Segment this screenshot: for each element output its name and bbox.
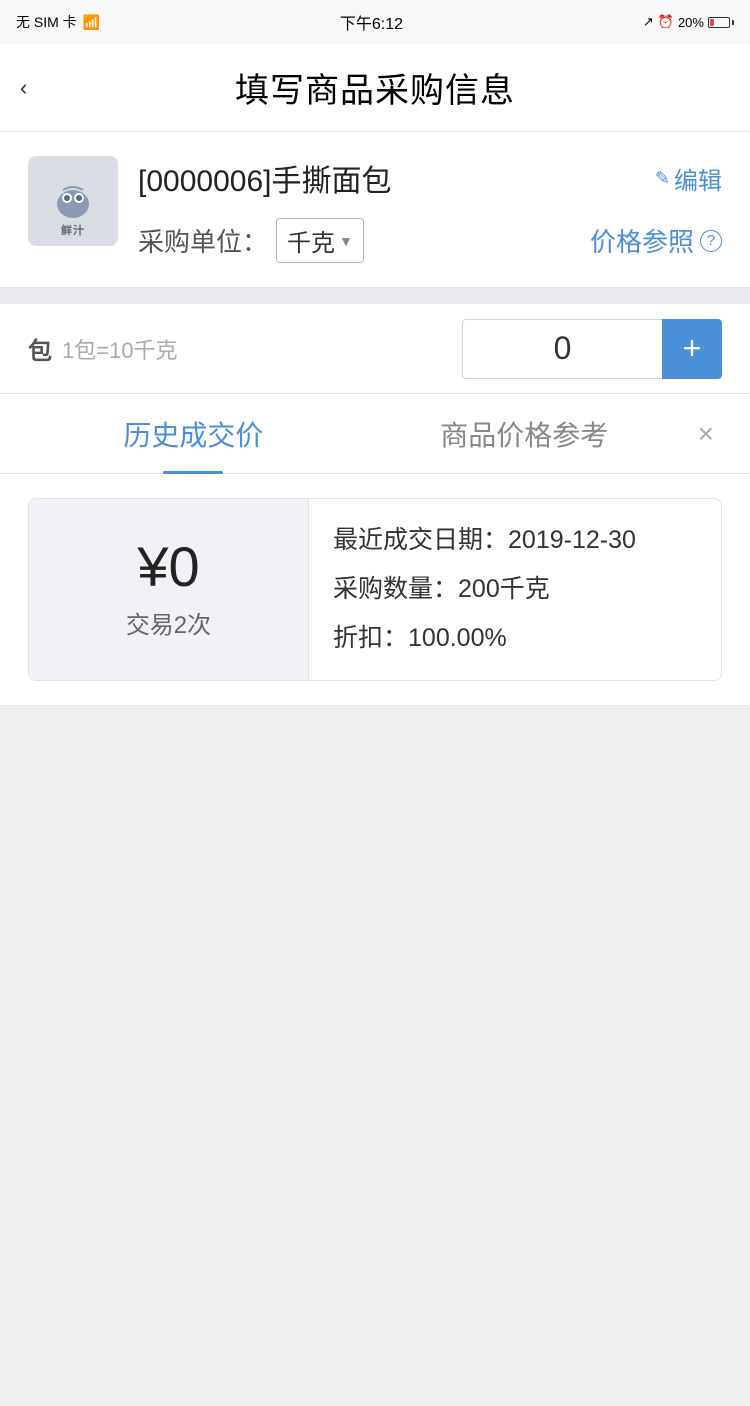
history-detail-right: 最近成交日期：2019-12-30 采购数量：200千克 折扣：100.00% xyxy=(309,499,721,680)
edit-button[interactable]: ✎ 编辑 xyxy=(655,161,722,196)
history-price-card: ¥0 交易2次 最近成交日期：2019-12-30 采购数量：200千克 折扣：… xyxy=(28,498,722,681)
unit-select[interactable]: 千克 ▼ xyxy=(276,218,364,263)
unit-dropdown-arrow: ▼ xyxy=(339,233,353,249)
tab-history-price[interactable]: 历史成交价 xyxy=(28,394,359,474)
price-ref-button[interactable]: 价格参照 ? xyxy=(590,222,722,259)
main-content-area xyxy=(0,706,750,1406)
quantity-plus-button[interactable]: + xyxy=(662,319,722,379)
history-date-row: 最近成交日期：2019-12-30 xyxy=(333,523,697,558)
status-left: 无 SIM 卡 📶 xyxy=(16,12,100,32)
status-right: ↗ ⏰ 20% xyxy=(643,14,734,30)
product-id-name: [0000006]手撕面包 xyxy=(138,156,391,200)
product-card: 鲜汁 [0000006]手撕面包 ✎ 编辑 采购单位： 千克 ▼ 价格参照 ? xyxy=(0,132,750,288)
quantity-input[interactable]: 0 xyxy=(462,319,662,379)
carrier-label: 无 SIM 卡 xyxy=(16,12,77,32)
status-bar: 无 SIM 卡 📶 下午6:12 ↗ ⏰ 20% xyxy=(0,0,750,44)
discount-label: 折扣： xyxy=(333,624,408,652)
tabs-close-button[interactable]: × xyxy=(690,418,722,450)
date-label: 最近成交日期： xyxy=(333,526,508,554)
battery-icon xyxy=(708,17,734,28)
quantity-row: 包 1包=10千克 0 + xyxy=(0,304,750,394)
tabs-header: 历史成交价 商品价格参考 × xyxy=(0,394,750,474)
unit-label-text: 采购单位： xyxy=(138,222,268,259)
wifi-icon: 📶 xyxy=(83,14,100,31)
plus-icon: + xyxy=(683,330,702,367)
product-thumbnail: 鲜汁 xyxy=(28,156,118,246)
product-header: [0000006]手撕面包 ✎ 编辑 xyxy=(138,156,722,200)
qty-unit-sub: 1包=10千克 xyxy=(62,333,178,365)
battery-pct: 20% xyxy=(678,15,704,30)
qty-input-area: 0 + xyxy=(462,319,722,379)
back-icon: ‹ xyxy=(20,75,27,101)
price-ref-label: 价格参照 xyxy=(590,222,694,259)
history-qty-row: 采购数量：200千克 xyxy=(333,572,697,607)
history-price-value: ¥0 xyxy=(137,539,199,595)
alarm-icon: ⏰ xyxy=(658,14,674,30)
unit-label: 采购单位： 千克 ▼ xyxy=(138,218,364,263)
transaction-count: 交易2次 xyxy=(126,605,211,640)
tabs-section: 历史成交价 商品价格参考 × ¥0 交易2次 最近成交日期：2019-12-30… xyxy=(0,394,750,706)
history-price-left: ¥0 交易2次 xyxy=(29,499,309,680)
back-button[interactable]: ‹ xyxy=(20,75,27,101)
question-icon: ? xyxy=(700,230,722,252)
date-value: 2019-12-30 xyxy=(508,526,636,554)
location-icon: ↗ xyxy=(643,14,654,30)
product-logo-text: 鲜汁 xyxy=(61,222,85,238)
close-icon: × xyxy=(698,418,714,449)
currency-symbol: ¥ xyxy=(137,535,168,598)
product-info: [0000006]手撕面包 ✎ 编辑 采购单位： 千克 ▼ 价格参照 ? xyxy=(138,156,722,263)
section-divider xyxy=(0,288,750,304)
tab-active-indicator xyxy=(163,471,223,474)
qty-value: 200千克 xyxy=(458,575,550,603)
status-time: 下午6:12 xyxy=(340,10,403,34)
edit-label: 编辑 xyxy=(674,161,722,196)
page-title: 填写商品采购信息 xyxy=(235,63,515,112)
discount-value: 100.00% xyxy=(408,624,507,652)
price-number: 0 xyxy=(169,535,200,598)
history-discount-row: 折扣：100.00% xyxy=(333,621,697,656)
tab-price-ref-label: 商品价格参考 xyxy=(440,414,608,454)
qty-unit-info: 包 1包=10千克 xyxy=(28,331,462,366)
nav-bar: ‹ 填写商品采购信息 xyxy=(0,44,750,132)
edit-icon: ✎ xyxy=(655,168,670,189)
qty-unit-icon: 包 xyxy=(28,331,52,366)
unit-value: 千克 xyxy=(287,223,335,258)
product-logo-icon xyxy=(48,176,98,226)
qty-label: 采购数量： xyxy=(333,575,458,603)
tab-history-label: 历史成交价 xyxy=(123,414,263,454)
product-unit-row: 采购单位： 千克 ▼ 价格参照 ? xyxy=(138,218,722,263)
tab-price-ref[interactable]: 商品价格参考 xyxy=(359,394,690,474)
